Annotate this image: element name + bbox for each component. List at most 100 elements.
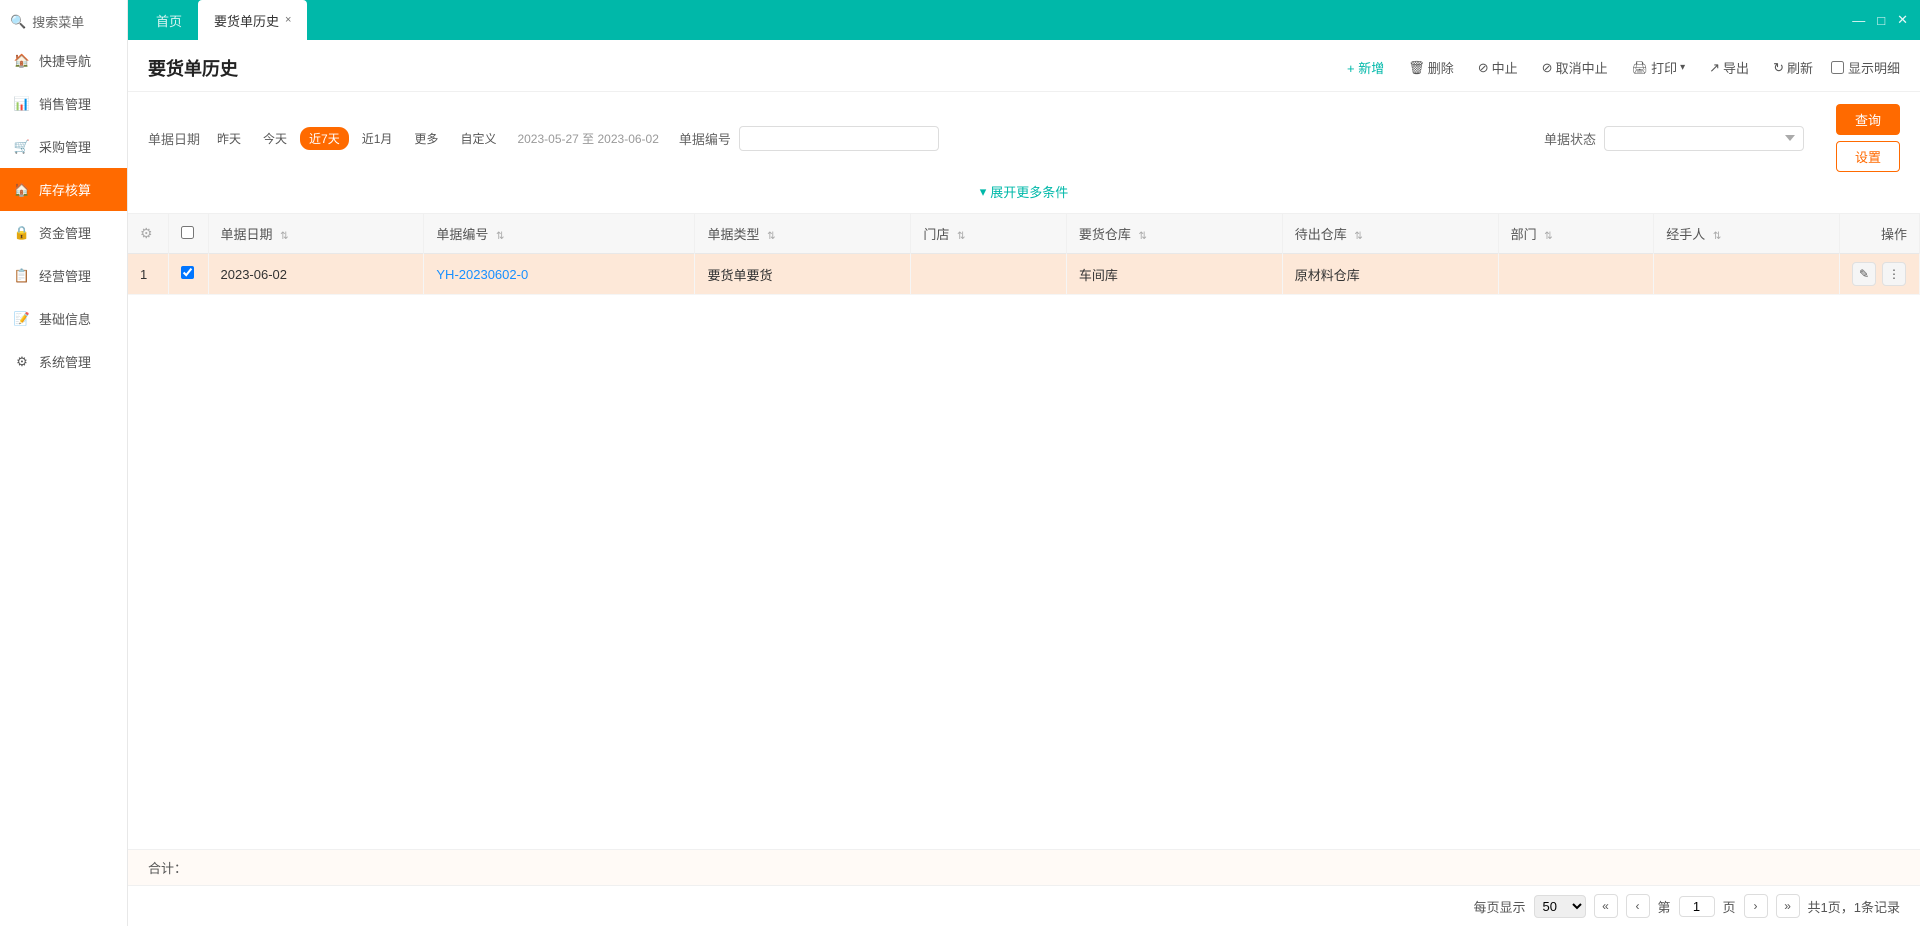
col-store-label: 门店 [923, 227, 949, 242]
stop-icon: ⊘ [1478, 60, 1489, 76]
row-checkbox[interactable] [181, 266, 194, 279]
show-detail-toggle[interactable]: 显示明细 [1831, 58, 1900, 77]
print-button[interactable]: 🖨 打印 ▾ [1626, 54, 1692, 81]
print-dropdown-icon: ▾ [1680, 62, 1685, 73]
data-table: ⚙ 单据日期 ⇅ 单据编号 ⇅ [128, 214, 1920, 295]
prev-page-button[interactable]: ‹ [1626, 894, 1650, 918]
system-icon: ⚙ [13, 354, 31, 370]
set-button[interactable]: 设置 [1836, 141, 1900, 172]
col-department-label: 部门 [1511, 227, 1537, 242]
doc-number-input[interactable] [739, 126, 939, 151]
sidebar-item-inventory[interactable]: 🏠 库存核算 [0, 168, 127, 211]
stop-button[interactable]: ⊘ 中止 [1472, 54, 1524, 81]
expand-more-btn[interactable]: ▾ 展开更多条件 [980, 182, 1069, 201]
show-detail-checkbox[interactable] [1831, 61, 1844, 74]
filter-area: 单据日期 昨天 今天 近7天 近1月 更多 自定义 2023-05-27 至 2… [128, 92, 1920, 214]
refresh-icon: ↻ [1773, 60, 1784, 76]
col-doc-number-label: 单据编号 [436, 227, 488, 242]
first-page-button[interactable]: « [1594, 894, 1618, 918]
last-page-button[interactable]: » [1776, 894, 1800, 918]
export-button[interactable]: ↗ 导出 [1703, 54, 1755, 81]
row-doc-date: 2023-06-02 [208, 254, 424, 295]
main-area: 首页 要货单历史 × — □ ✕ 要货单历史 + 新增 🗑 删除 [128, 0, 1920, 926]
date-btn-more[interactable]: 更多 [405, 127, 447, 150]
page-title: 要货单历史 [148, 55, 238, 81]
page-size-label: 每页显示 [1473, 897, 1525, 916]
doc-number-label: 单据编号 [679, 129, 731, 148]
sidebar: 🔍 搜索菜单 🏠 快捷导航 📊 销售管理 🛒 采购管理 🏠 库存核算 🔒 资金管… [0, 0, 128, 926]
total-info: 共1页，1条记录 [1808, 897, 1900, 916]
row-req-warehouse: 车间库 [1066, 254, 1282, 295]
sidebar-item-basic[interactable]: 📝 基础信息 [0, 297, 127, 340]
sidebar-item-system[interactable]: ⚙ 系统管理 [0, 340, 127, 383]
col-store-sort[interactable]: ⇅ [957, 231, 965, 242]
row-doc-number: YH-20230602-0 [424, 254, 695, 295]
col-doc-number-sort[interactable]: ⇅ [496, 231, 504, 242]
row-handler [1654, 254, 1840, 295]
export-icon: ↗ [1709, 60, 1720, 76]
sidebar-item-purchase[interactable]: 🛒 采购管理 [0, 125, 127, 168]
pagination: 每页显示 50 10 20 100 « ‹ 第 页 › » 共1页，1条记录 [128, 885, 1920, 926]
sidebar-search[interactable]: 🔍 搜索菜单 [0, 0, 127, 39]
filter-row-1: 单据日期 昨天 今天 近7天 近1月 更多 自定义 2023-05-27 至 2… [148, 104, 1900, 172]
date-btn-today[interactable]: 今天 [254, 127, 296, 150]
col-handler-sort[interactable]: ⇅ [1713, 231, 1721, 242]
next-page-button[interactable]: › [1744, 894, 1768, 918]
col-doc-date-sort[interactable]: ⇅ [280, 231, 288, 242]
table-footer: 合计： [128, 849, 1920, 885]
page-number-input[interactable] [1679, 896, 1715, 917]
sidebar-item-sales[interactable]: 📊 销售管理 [0, 82, 127, 125]
row-edit-button[interactable]: ✎ [1852, 262, 1876, 286]
topbar: 首页 要货单历史 × — □ ✕ [128, 0, 1920, 40]
doc-status-select[interactable] [1604, 126, 1804, 151]
row-more-button[interactable]: ⋮ [1882, 262, 1906, 286]
doc-number-link[interactable]: YH-20230602-0 [436, 267, 528, 282]
summary-label: 合计： [148, 858, 187, 877]
delete-button[interactable]: 🗑 删除 [1402, 54, 1460, 81]
date-filter-group: 单据日期 昨天 今天 近7天 近1月 更多 自定义 2023-05-27 至 2… [148, 127, 659, 150]
col-doc-type-sort[interactable]: ⇅ [767, 231, 775, 242]
col-req-warehouse: 要货仓库 ⇅ [1066, 214, 1282, 254]
date-btn-custom[interactable]: 自定义 [451, 127, 505, 150]
row-store [911, 254, 1067, 295]
chart-icon: 📊 [13, 96, 31, 112]
col-doc-number: 单据编号 ⇅ [424, 214, 695, 254]
table-row: 1 2023-06-02 YH-20230602-0 要货单要货 车间库 原材料… [128, 254, 1920, 295]
date-btn-yesterday[interactable]: 昨天 [208, 127, 250, 150]
date-btn-1month[interactable]: 近1月 [353, 127, 402, 150]
col-pending-warehouse-sort[interactable]: ⇅ [1354, 231, 1362, 242]
col-req-warehouse-sort[interactable]: ⇅ [1139, 231, 1147, 242]
col-doc-type: 单据类型 ⇅ [695, 214, 911, 254]
select-all-checkbox[interactable] [181, 226, 194, 239]
new-button[interactable]: + 新增 [1341, 54, 1390, 81]
col-handler: 经手人 ⇅ [1654, 214, 1840, 254]
date-btn-7days[interactable]: 近7天 [300, 127, 349, 150]
col-pending-warehouse-label: 待出仓库 [1295, 227, 1347, 242]
col-pending-warehouse: 待出仓库 ⇅ [1282, 214, 1498, 254]
cart-icon: 🛒 [13, 139, 31, 155]
topbar-minimize-icon[interactable]: — [1852, 13, 1865, 28]
close-tab-icon[interactable]: × [285, 14, 291, 26]
topbar-maximize-icon[interactable]: □ [1877, 13, 1885, 28]
row-num: 1 [128, 254, 168, 295]
sidebar-item-operation[interactable]: 📋 经营管理 [0, 254, 127, 297]
sidebar-item-shortcut[interactable]: 🏠 快捷导航 [0, 39, 127, 82]
col-doc-date: 单据日期 ⇅ [208, 214, 424, 254]
refresh-button[interactable]: ↻ 刷新 [1767, 54, 1819, 81]
doc-status-filter-group: 单据状态 [1544, 126, 1804, 151]
tab-home[interactable]: 首页 [140, 0, 198, 40]
operation-icon: 📋 [13, 268, 31, 284]
settings-icon[interactable]: ⚙ [140, 225, 153, 241]
query-button[interactable]: 查询 [1836, 104, 1900, 135]
cancel-stop-button[interactable]: ⊘ 取消中止 [1536, 54, 1614, 81]
tab-history[interactable]: 要货单历史 × [198, 0, 307, 40]
delete-icon: 🗑 [1408, 60, 1425, 76]
page-size-select[interactable]: 50 10 20 100 [1534, 895, 1586, 918]
sidebar-item-finance[interactable]: 🔒 资金管理 [0, 211, 127, 254]
filter-row-expand: ▾ 展开更多条件 [148, 182, 1900, 201]
row-doc-type: 要货单要货 [695, 254, 911, 295]
col-operation: 操作 [1840, 214, 1920, 254]
topbar-close-icon[interactable]: ✕ [1897, 12, 1908, 28]
col-department-sort[interactable]: ⇅ [1544, 231, 1552, 242]
page-suffix: 页 [1723, 897, 1736, 916]
